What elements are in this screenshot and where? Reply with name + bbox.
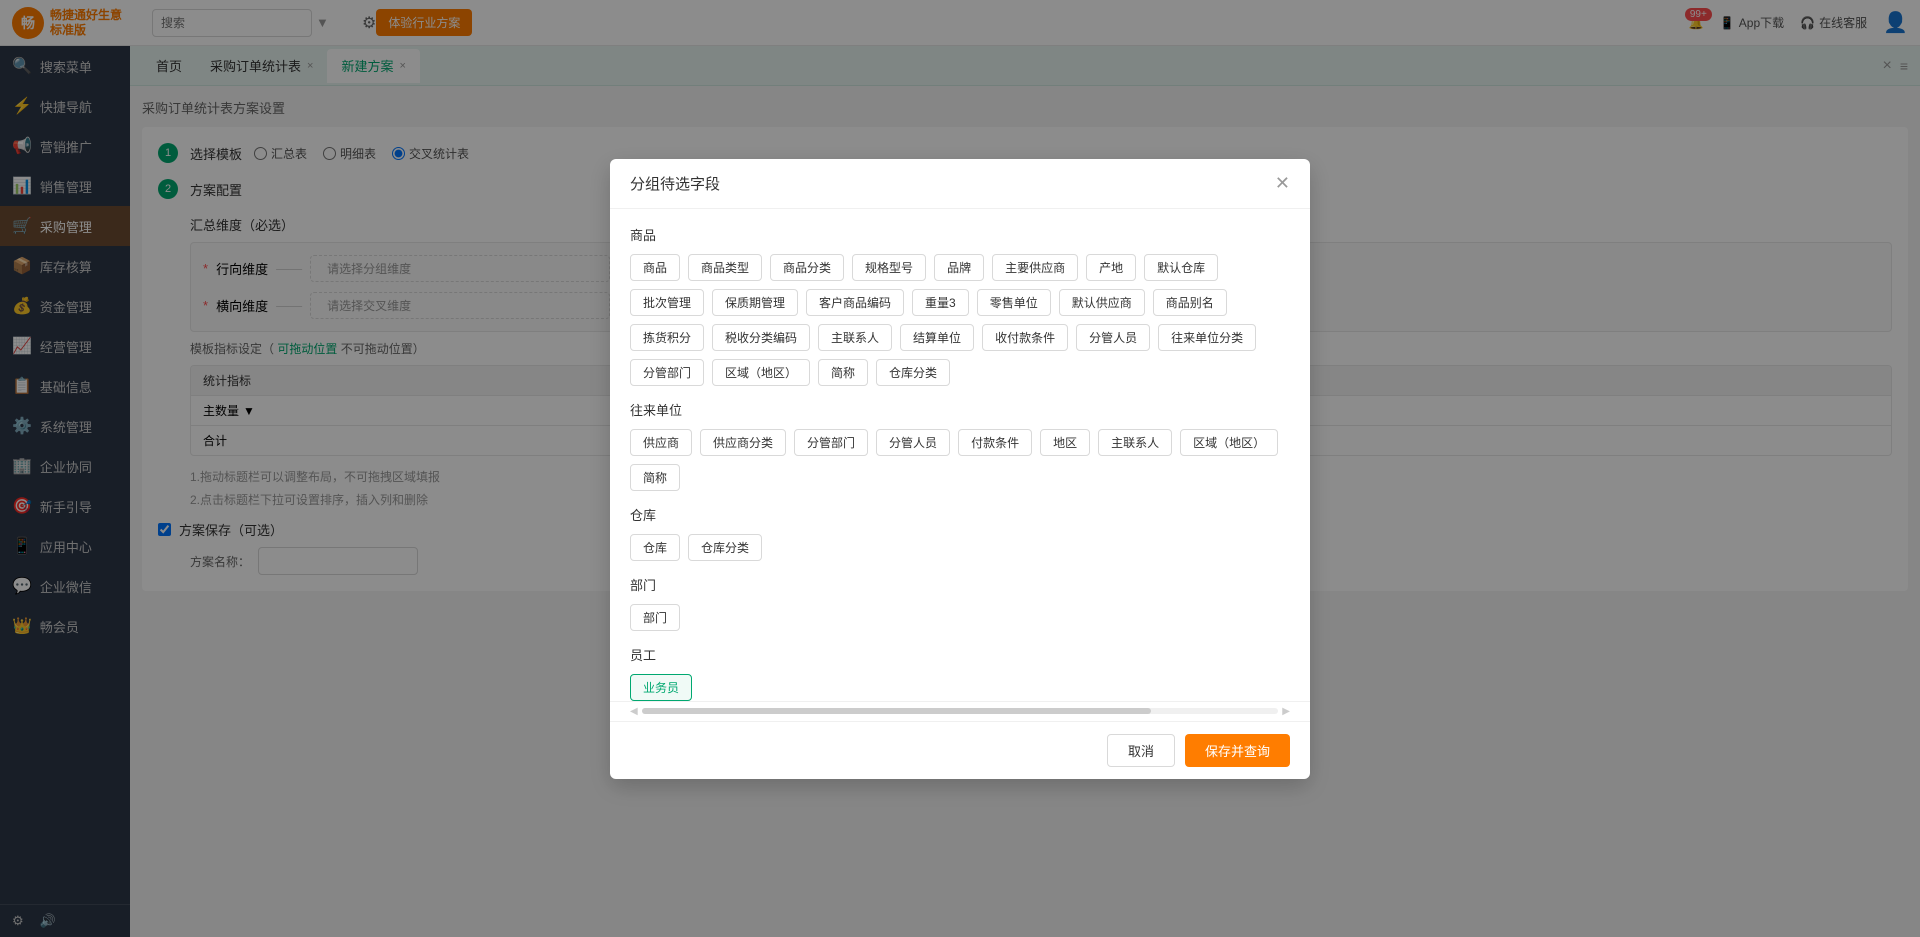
tag-goods-22[interactable]: 分管部门 (630, 359, 704, 386)
modal-overlay: 分组待选字段 ✕ 商品 商品 商品类型 商品分类 规格型号 品牌 主要供应商 产… (0, 0, 1920, 937)
tag-grid-warehouse: 仓库 仓库分类 (630, 534, 1290, 561)
modal-header: 分组待选字段 ✕ (610, 159, 1310, 209)
tag-goods-3[interactable]: 规格型号 (852, 254, 926, 281)
tag-partner-6[interactable]: 主联系人 (1098, 429, 1172, 456)
section-title-warehouse: 仓库 (630, 505, 1290, 524)
tag-warehouse-1[interactable]: 仓库分类 (688, 534, 762, 561)
tag-goods-4[interactable]: 品牌 (934, 254, 984, 281)
tag-goods-25[interactable]: 仓库分类 (876, 359, 950, 386)
tag-goods-15[interactable]: 拣货积分 (630, 324, 704, 351)
tag-partner-8[interactable]: 简称 (630, 464, 680, 491)
confirm-btn[interactable]: 保存并查询 (1185, 734, 1290, 767)
scroll-right-icon[interactable]: ▶ (1282, 706, 1290, 717)
tag-goods-8[interactable]: 批次管理 (630, 289, 704, 316)
cancel-btn[interactable]: 取消 (1107, 734, 1175, 767)
tag-warehouse-0[interactable]: 仓库 (630, 534, 680, 561)
tag-goods-9[interactable]: 保质期管理 (712, 289, 798, 316)
tag-grid-staff: 业务员 (630, 674, 1290, 701)
tag-goods-24[interactable]: 简称 (818, 359, 868, 386)
tag-goods-6[interactable]: 产地 (1086, 254, 1136, 281)
tag-goods-19[interactable]: 收付款条件 (982, 324, 1068, 351)
tag-goods-20[interactable]: 分管人员 (1076, 324, 1150, 351)
tag-partner-4[interactable]: 付款条件 (958, 429, 1032, 456)
tag-goods-21[interactable]: 往来单位分类 (1158, 324, 1256, 351)
modal: 分组待选字段 ✕ 商品 商品 商品类型 商品分类 规格型号 品牌 主要供应商 产… (610, 159, 1310, 779)
tag-dept-0[interactable]: 部门 (630, 604, 680, 631)
hscroll-thumb (642, 708, 1151, 714)
tag-goods-0[interactable]: 商品 (630, 254, 680, 281)
tag-goods-12[interactable]: 零售单位 (977, 289, 1051, 316)
tag-partner-2[interactable]: 分管部门 (794, 429, 868, 456)
modal-close-btn[interactable]: ✕ (1275, 173, 1290, 194)
section-title-staff: 员工 (630, 645, 1290, 664)
tag-partner-1[interactable]: 供应商分类 (700, 429, 786, 456)
modal-title: 分组待选字段 (630, 173, 720, 194)
tag-goods-10[interactable]: 客户商品编码 (806, 289, 904, 316)
scroll-left-icon[interactable]: ◀ (630, 706, 638, 717)
tag-goods-7[interactable]: 默认仓库 (1144, 254, 1218, 281)
tag-goods-5[interactable]: 主要供应商 (992, 254, 1078, 281)
tag-goods-11[interactable]: 重量3 (912, 289, 969, 316)
modal-footer: 取消 保存并查询 (610, 721, 1310, 779)
section-title-dept: 部门 (630, 575, 1290, 594)
hscroll-track[interactable] (642, 708, 1279, 714)
tag-goods-16[interactable]: 税收分类编码 (712, 324, 810, 351)
tag-partner-7[interactable]: 区域（地区） (1180, 429, 1278, 456)
tag-goods-14[interactable]: 商品别名 (1153, 289, 1227, 316)
tag-goods-18[interactable]: 结算单位 (900, 324, 974, 351)
tag-goods-2[interactable]: 商品分类 (770, 254, 844, 281)
tag-goods-23[interactable]: 区域（地区） (712, 359, 810, 386)
tag-goods-13[interactable]: 默认供应商 (1059, 289, 1145, 316)
modal-body: 商品 商品 商品类型 商品分类 规格型号 品牌 主要供应商 产地 默认仓库 批次… (610, 209, 1310, 701)
section-title-partner: 往来单位 (630, 400, 1290, 419)
tag-partner-5[interactable]: 地区 (1040, 429, 1090, 456)
tag-grid-dept: 部门 (630, 604, 1290, 631)
tag-staff-0[interactable]: 业务员 (630, 674, 692, 701)
tag-grid-partner: 供应商 供应商分类 分管部门 分管人员 付款条件 地区 主联系人 区域（地区） … (630, 429, 1290, 491)
modal-hscroll-area: ◀ ▶ (610, 701, 1310, 721)
section-title-goods: 商品 (630, 225, 1290, 244)
tag-goods-1[interactable]: 商品类型 (688, 254, 762, 281)
tag-partner-3[interactable]: 分管人员 (876, 429, 950, 456)
tag-grid-goods: 商品 商品类型 商品分类 规格型号 品牌 主要供应商 产地 默认仓库 批次管理 … (630, 254, 1290, 386)
tag-partner-0[interactable]: 供应商 (630, 429, 692, 456)
tag-goods-17[interactable]: 主联系人 (818, 324, 892, 351)
